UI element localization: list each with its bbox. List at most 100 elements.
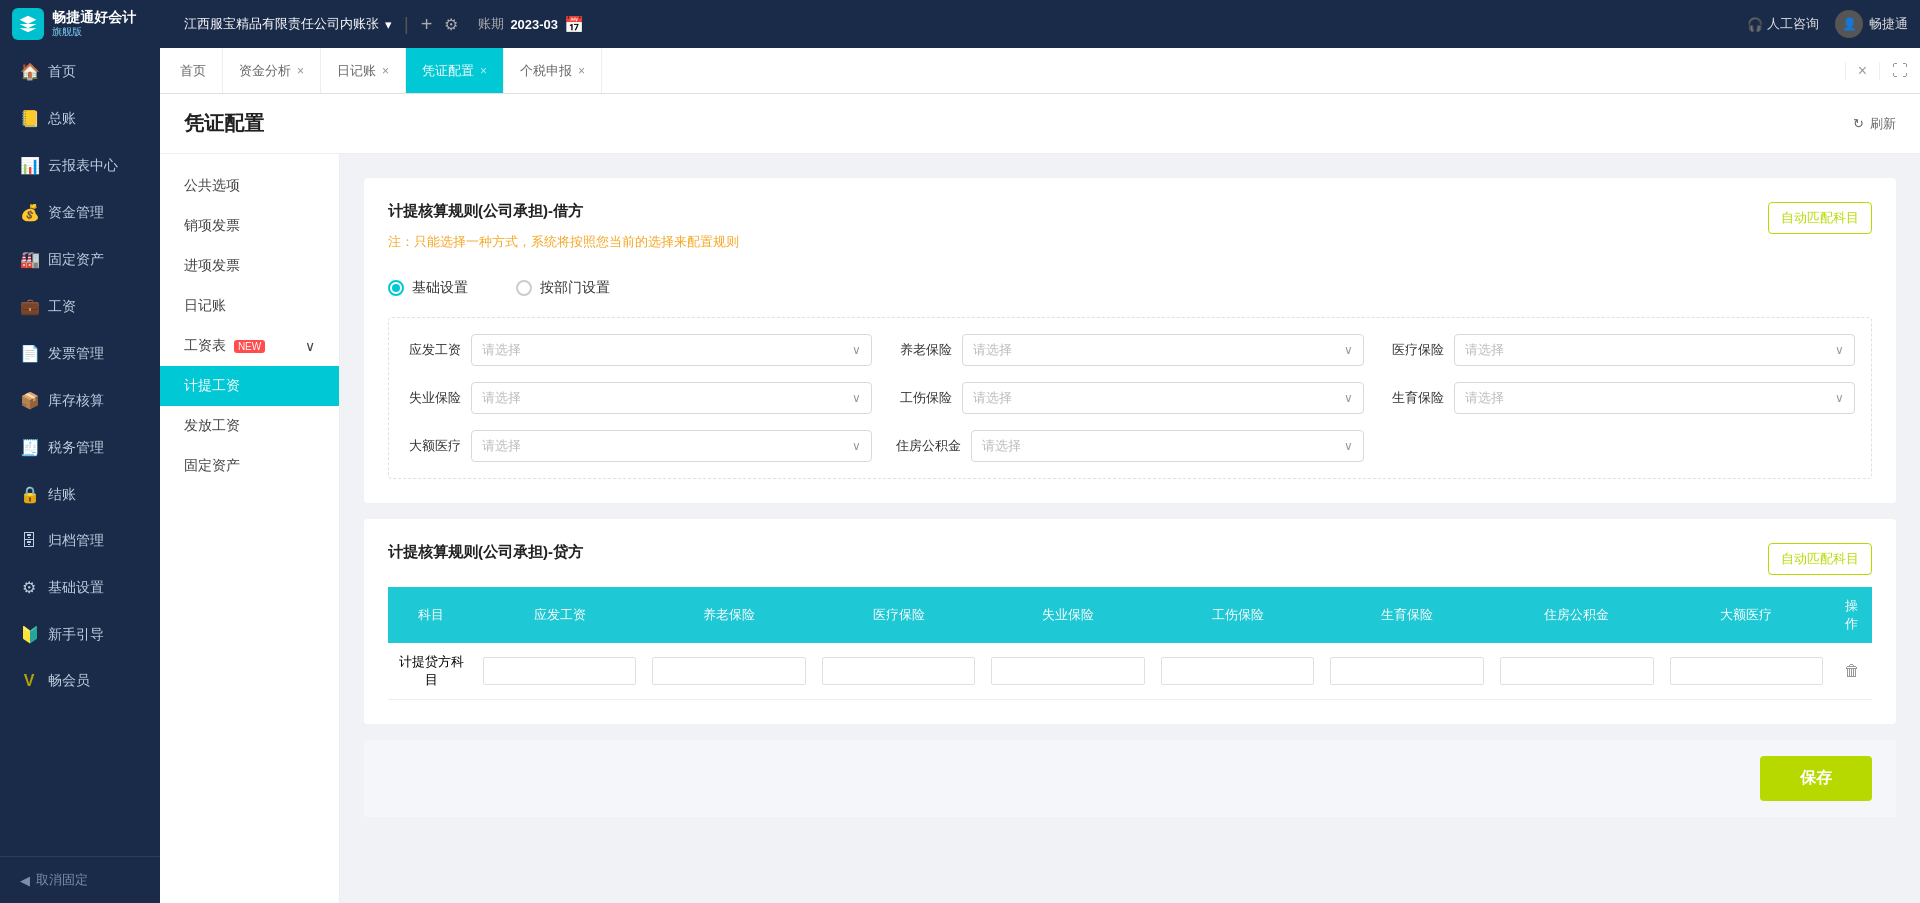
settings-button[interactable]: ⚙ [444,15,458,34]
injury-placeholder: 请选择 [973,389,1012,407]
maternity-select[interactable]: 请选择 ∨ [1454,382,1855,414]
sidebar-item-member[interactable]: V 畅会员 [0,658,160,704]
sub-nav-sales[interactable]: 销项发票 [160,206,339,246]
tab-diary-close[interactable]: × [382,64,389,78]
delete-row-button[interactable]: 🗑 [1844,662,1860,679]
input-maternity[interactable] [1330,657,1484,685]
logo-icon [12,8,44,40]
user-name: 畅捷通 [1869,15,1908,33]
sidebar-item-archive[interactable]: 🗄 归档管理 [0,518,160,564]
tab-funds[interactable]: 资金分析 × [223,48,321,93]
sub-nav-public[interactable]: 公共选项 [160,166,339,206]
sub-nav-purchase[interactable]: 进项发票 [160,246,339,286]
input-pension[interactable] [652,657,806,685]
user-area[interactable]: 👤 畅捷通 [1835,10,1908,38]
company-selector[interactable]: 江西服宝精品有限责任公司内账张 ▾ [184,15,392,33]
housing-fund-arrow: ∨ [1344,439,1353,453]
radio-basic-label: 基础设置 [412,279,468,297]
sidebar-item-guide[interactable]: 🔰 新手引导 [0,611,160,658]
pension-select[interactable]: 请选择 ∨ [962,334,1363,366]
sub-nav: 公共选项 销项发票 进项发票 日记账 工资表 NEW ∨ 计提工资 发放工资 固… [160,154,340,903]
sidebar-label-home: 首页 [48,63,76,81]
debit-section: 计提核算规则(公司承担)-借方 注：只能选择一种方式，系统将按照您当前的选择来配… [364,178,1896,503]
tab-tax-report-close[interactable]: × [578,64,585,78]
sidebar-item-salary[interactable]: 💼 工资 [0,283,160,330]
input-apply-salary[interactable] [483,657,637,685]
medical-select[interactable]: 请选择 ∨ [1454,334,1855,366]
save-button[interactable]: 保存 [1760,756,1872,801]
input-medical[interactable] [822,657,976,685]
sidebar-item-tax[interactable]: 🧾 税务管理 [0,424,160,471]
tab-voucher-config[interactable]: 凭证配置 × [406,48,504,93]
calendar-icon[interactable]: 📅 [564,15,584,34]
sidebar-item-funds[interactable]: 💰 资金管理 [0,189,160,236]
service-button[interactable]: 🎧 人工咨询 [1747,15,1819,33]
refresh-button[interactable]: ↻ 刷新 [1853,115,1896,133]
sidebar-item-basic[interactable]: ⚙ 基础设置 [0,564,160,611]
apply-salary-label: 应发工资 [405,341,461,359]
sidebar-label-guide: 新手引导 [48,626,104,644]
refresh-label: 刷新 [1870,115,1896,133]
sidebar-label-ledger: 总账 [48,110,76,128]
medical-arrow: ∨ [1835,343,1844,357]
sidebar-item-ledger[interactable]: 📒 总账 [0,95,160,142]
sub-nav-salary-table[interactable]: 工资表 NEW ∨ [160,326,339,366]
input-large-medical[interactable] [1670,657,1824,685]
content-wrapper: 公共选项 销项发票 进项发票 日记账 工资表 NEW ∨ 计提工资 发放工资 固… [160,154,1920,903]
large-medical-select[interactable]: 请选择 ∨ [471,430,872,462]
sidebar-label-inventory: 库存核算 [48,392,104,410]
col-subject: 科目 [388,587,475,643]
col-actions: 操作 [1831,587,1872,643]
auto-match-debit-button[interactable]: 自动匹配科目 [1768,202,1872,234]
cell-delete: 🗑 [1831,643,1872,700]
funds-icon: 💰 [20,203,38,222]
tab-close-action[interactable]: × [1845,62,1879,80]
input-housing[interactable] [1500,657,1654,685]
auto-match-credit-button[interactable]: 自动匹配科目 [1768,543,1872,575]
sidebar-label-salary: 工资 [48,298,76,316]
sidebar-item-assets[interactable]: 🏭 固定资产 [0,236,160,283]
tab-home[interactable]: 首页 [164,48,223,93]
credit-section-header: 计提核算规则(公司承担)-贷方 自动匹配科目 [388,543,1872,575]
radio-dept[interactable]: 按部门设置 [516,279,610,297]
sidebar-item-invoice[interactable]: 📄 发票管理 [0,330,160,377]
sub-nav-diary[interactable]: 日记账 [160,286,339,326]
add-button[interactable]: + [421,13,433,36]
basic-icon: ⚙ [20,578,38,597]
unemployment-select[interactable]: 请选择 ∨ [471,382,872,414]
form-item-medical: 医疗保险 请选择 ∨ [1388,334,1855,366]
sub-nav-calc-salary[interactable]: 计提工资 [160,366,339,406]
cancel-fixed-button[interactable]: ◀ 取消固定 [0,856,160,903]
radio-basic[interactable]: 基础设置 [388,279,468,297]
sub-nav-pay-salary[interactable]: 发放工资 [160,406,339,446]
tab-diary[interactable]: 日记账 × [321,48,406,93]
sub-nav-fixed-assets[interactable]: 固定资产 [160,446,339,486]
logo-text-area: 畅捷通好会计 旗舰版 [52,9,136,40]
apply-salary-select[interactable]: 请选择 ∨ [471,334,872,366]
main-panel: 计提核算规则(公司承担)-借方 注：只能选择一种方式，系统将按照您当前的选择来配… [340,154,1920,903]
sidebar-item-home[interactable]: 🏠 首页 [0,48,160,95]
sidebar-item-inventory[interactable]: 📦 库存核算 [0,377,160,424]
pension-label: 养老保险 [896,341,952,359]
tab-expand-action[interactable]: ⛶ [1879,62,1920,80]
tab-voucher-config-close[interactable]: × [480,64,487,78]
guide-icon: 🔰 [20,625,38,644]
cell-housing [1492,643,1662,700]
tab-funds-close[interactable]: × [297,64,304,78]
injury-select[interactable]: 请选择 ∨ [962,382,1363,414]
input-injury[interactable] [1161,657,1315,685]
credit-section-title: 计提核算规则(公司承担)-贷方 [388,543,583,562]
tab-tax-report[interactable]: 个税申报 × [504,48,602,93]
headset-icon: 🎧 [1747,17,1763,32]
sidebar-label-assets: 固定资产 [48,251,104,269]
col-apply-salary: 应发工资 [475,587,645,643]
cell-injury [1153,643,1323,700]
sidebar-item-reports[interactable]: 📊 云报表中心 [0,142,160,189]
housing-fund-select[interactable]: 请选择 ∨ [971,430,1363,462]
input-unemployment[interactable] [991,657,1145,685]
medical-label: 医疗保险 [1388,341,1444,359]
cell-label: 计提贷方科目 [388,643,475,700]
sidebar-item-close[interactable]: 🔒 结账 [0,471,160,518]
logo-title: 畅捷通好会计 [52,9,136,26]
new-badge: NEW [234,340,265,353]
